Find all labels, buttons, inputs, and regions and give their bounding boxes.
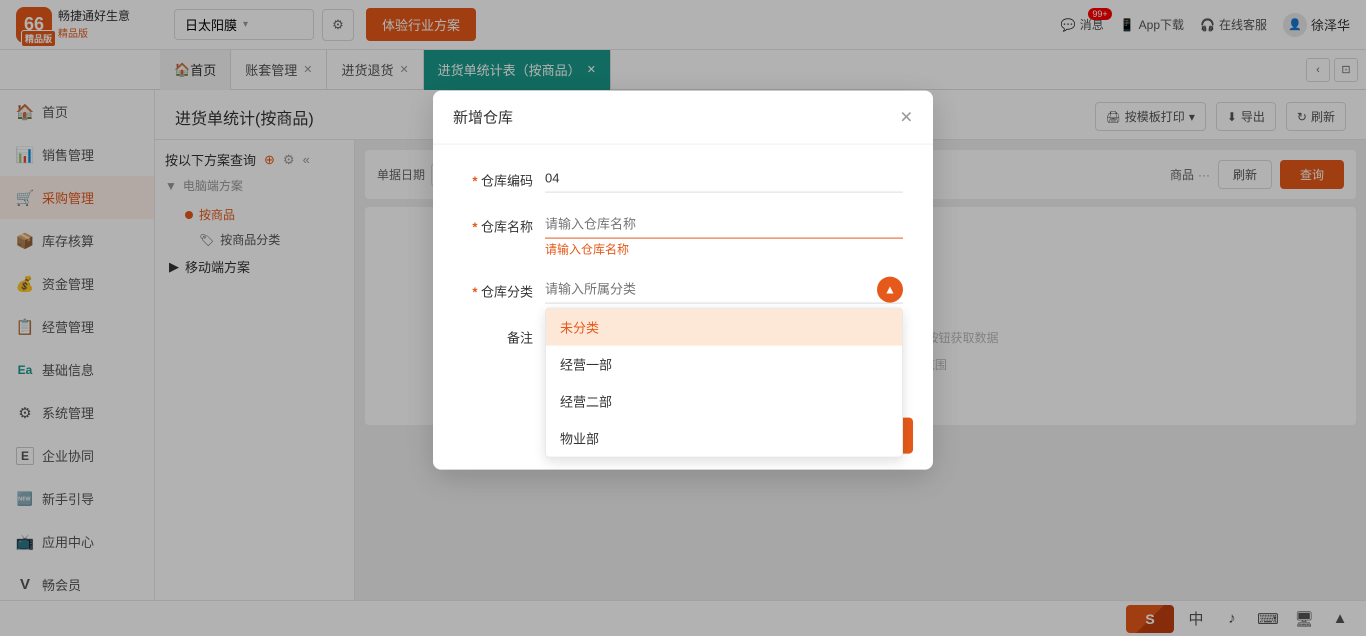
code-input[interactable]: [545, 165, 903, 193]
dropdown-item-property[interactable]: 物业部: [546, 420, 902, 457]
category-label: 仓库分类: [463, 276, 533, 301]
name-control: 请输入仓库名称: [545, 211, 903, 258]
dropdown-item-uncategorized[interactable]: 未分类: [546, 309, 902, 346]
category-arrow-icon[interactable]: ▲: [877, 277, 903, 303]
category-dropdown: 未分类 经营一部 经营二部 物业部: [545, 308, 903, 458]
dialog-header: 新增仓库 ✕: [433, 91, 933, 145]
dialog-title: 新增仓库: [453, 107, 513, 128]
name-field-row: 仓库名称 请输入仓库名称: [463, 211, 903, 258]
remark-label: 备注: [463, 322, 533, 347]
name-error-msg: 请输入仓库名称: [545, 241, 903, 258]
dropdown-item-ops2[interactable]: 经营二部: [546, 383, 902, 420]
code-label: 仓库编码: [463, 165, 533, 190]
code-field-row: 仓库编码: [463, 165, 903, 193]
name-label: 仓库名称: [463, 211, 533, 236]
code-control: [545, 165, 903, 193]
category-input[interactable]: [545, 276, 903, 304]
name-input[interactable]: [545, 211, 903, 239]
dropdown-item-ops1[interactable]: 经营一部: [546, 346, 902, 383]
category-control: ▲ 未分类 经营一部 经营二部 物业部: [545, 276, 903, 304]
dialog-body: 仓库编码 仓库名称 请输入仓库名称 仓库分类 ▲: [433, 145, 933, 406]
dialog-close-btn[interactable]: ✕: [900, 107, 913, 127]
add-warehouse-dialog: 新增仓库 ✕ 仓库编码 仓库名称 请输入仓库名称 仓库分类 ▲: [433, 91, 933, 470]
category-field-row: 仓库分类 ▲ 未分类 经营一部 经营二部: [463, 276, 903, 304]
